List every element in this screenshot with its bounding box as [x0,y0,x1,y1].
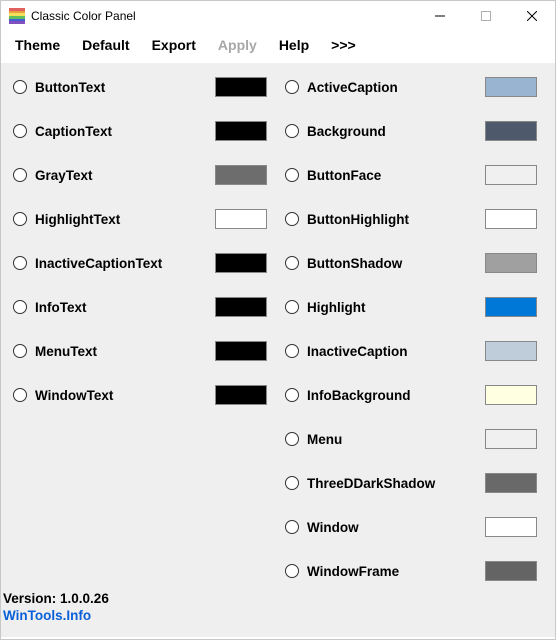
swatch-activecaption[interactable] [485,77,537,97]
menubar: Theme Default Export Apply Help >>> [1,31,555,63]
color-row-activecaption: ActiveCaption [285,65,543,109]
radio-infobackground[interactable] [285,388,299,402]
label-menutext: MenuText [35,344,215,359]
radio-highlighttext[interactable] [13,212,27,226]
label-highlighttext: HighlightText [35,212,215,227]
swatch-inactivecaption[interactable] [485,341,537,361]
menu-export[interactable]: Export [152,37,196,53]
swatch-menutext[interactable] [215,341,267,361]
radio-infotext[interactable] [13,300,27,314]
swatch-inactivecaptiontext[interactable] [215,253,267,273]
radio-buttonface[interactable] [285,168,299,182]
radio-window[interactable] [285,520,299,534]
label-background: Background [307,124,485,139]
menu-apply: Apply [218,37,257,53]
label-inactivecaption: InactiveCaption [307,344,485,359]
radio-buttonhighlight[interactable] [285,212,299,226]
color-row-highlighttext: HighlightText [13,197,273,241]
label-buttontext: ButtonText [35,80,215,95]
label-menu: Menu [307,432,485,447]
label-windowtext: WindowText [35,388,215,403]
swatch-highlight[interactable] [485,297,537,317]
swatch-menu[interactable] [485,429,537,449]
color-row-window: Window [285,505,543,549]
color-row-graytext: GrayText [13,153,273,197]
label-threeddarkshadow: ThreeDDarkShadow [307,476,485,491]
color-row-captiontext: CaptionText [13,109,273,153]
color-row-background: Background [285,109,543,153]
radio-threeddarkshadow[interactable] [285,476,299,490]
color-row-buttonhighlight: ButtonHighlight [285,197,543,241]
swatch-graytext[interactable] [215,165,267,185]
swatch-infobackground[interactable] [485,385,537,405]
color-row-infobackground: InfoBackground [285,373,543,417]
swatch-buttontext[interactable] [215,77,267,97]
swatch-background[interactable] [485,121,537,141]
color-row-windowtext: WindowText [13,373,273,417]
label-window: Window [307,520,485,535]
swatch-window[interactable] [485,517,537,537]
color-row-menutext: MenuText [13,329,273,373]
footer: Version: 1.0.0.26 WinTools.Info [3,591,109,623]
swatch-infotext[interactable] [215,297,267,317]
color-row-threeddarkshadow: ThreeDDarkShadow [285,461,543,505]
maximize-button [463,1,509,31]
swatch-highlighttext[interactable] [215,209,267,229]
radio-inactivecaption[interactable] [285,344,299,358]
radio-buttontext[interactable] [13,80,27,94]
menu-default[interactable]: Default [82,37,129,53]
radio-menutext[interactable] [13,344,27,358]
radio-buttonshadow[interactable] [285,256,299,270]
radio-windowframe[interactable] [285,564,299,578]
label-highlight: Highlight [307,300,485,315]
color-row-inactivecaption: InactiveCaption [285,329,543,373]
swatch-threeddarkshadow[interactable] [485,473,537,493]
menu-help[interactable]: Help [279,37,309,53]
label-buttonface: ButtonFace [307,168,485,183]
swatch-captiontext[interactable] [215,121,267,141]
label-inactivecaptiontext: InactiveCaptionText [35,256,215,271]
color-row-buttonshadow: ButtonShadow [285,241,543,285]
app-icon [9,8,25,24]
radio-graytext[interactable] [13,168,27,182]
swatch-windowtext[interactable] [215,385,267,405]
radio-highlight[interactable] [285,300,299,314]
radio-background[interactable] [285,124,299,138]
menu-theme[interactable]: Theme [15,37,60,53]
label-infotext: InfoText [35,300,215,315]
radio-menu[interactable] [285,432,299,446]
label-captiontext: CaptionText [35,124,215,139]
titlebar: Classic Color Panel [1,1,555,31]
window-title: Classic Color Panel [31,9,136,23]
radio-windowtext[interactable] [13,388,27,402]
label-infobackground: InfoBackground [307,388,485,403]
swatch-buttonface[interactable] [485,165,537,185]
color-row-infotext: InfoText [13,285,273,329]
swatch-windowframe[interactable] [485,561,537,581]
radio-activecaption[interactable] [285,80,299,94]
color-row-buttonface: ButtonFace [285,153,543,197]
color-row-buttontext: ButtonText [13,65,273,109]
label-graytext: GrayText [35,168,215,183]
wintools-link[interactable]: WinTools.Info [3,608,109,623]
swatch-buttonhighlight[interactable] [485,209,537,229]
menu-[interactable]: >>> [331,37,356,53]
color-row-windowframe: WindowFrame [285,549,543,593]
minimize-button[interactable] [417,1,463,31]
color-column-right: ActiveCaption Background ButtonFace ButtonH… [285,65,543,593]
swatch-buttonshadow[interactable] [485,253,537,273]
color-row-highlight: Highlight [285,285,543,329]
version-label: Version: 1.0.0.26 [3,591,109,606]
radio-captiontext[interactable] [13,124,27,138]
close-button[interactable] [509,1,555,31]
radio-inactivecaptiontext[interactable] [13,256,27,270]
color-row-inactivecaptiontext: InactiveCaptionText [13,241,273,285]
label-activecaption: ActiveCaption [307,80,485,95]
label-buttonhighlight: ButtonHighlight [307,212,485,227]
color-row-menu: Menu [285,417,543,461]
color-column-left: ButtonText CaptionText GrayText HighlightTe… [13,65,273,417]
content-area: ButtonText CaptionText GrayText HighlightTe… [1,63,555,637]
label-windowframe: WindowFrame [307,564,485,579]
label-buttonshadow: ButtonShadow [307,256,485,271]
